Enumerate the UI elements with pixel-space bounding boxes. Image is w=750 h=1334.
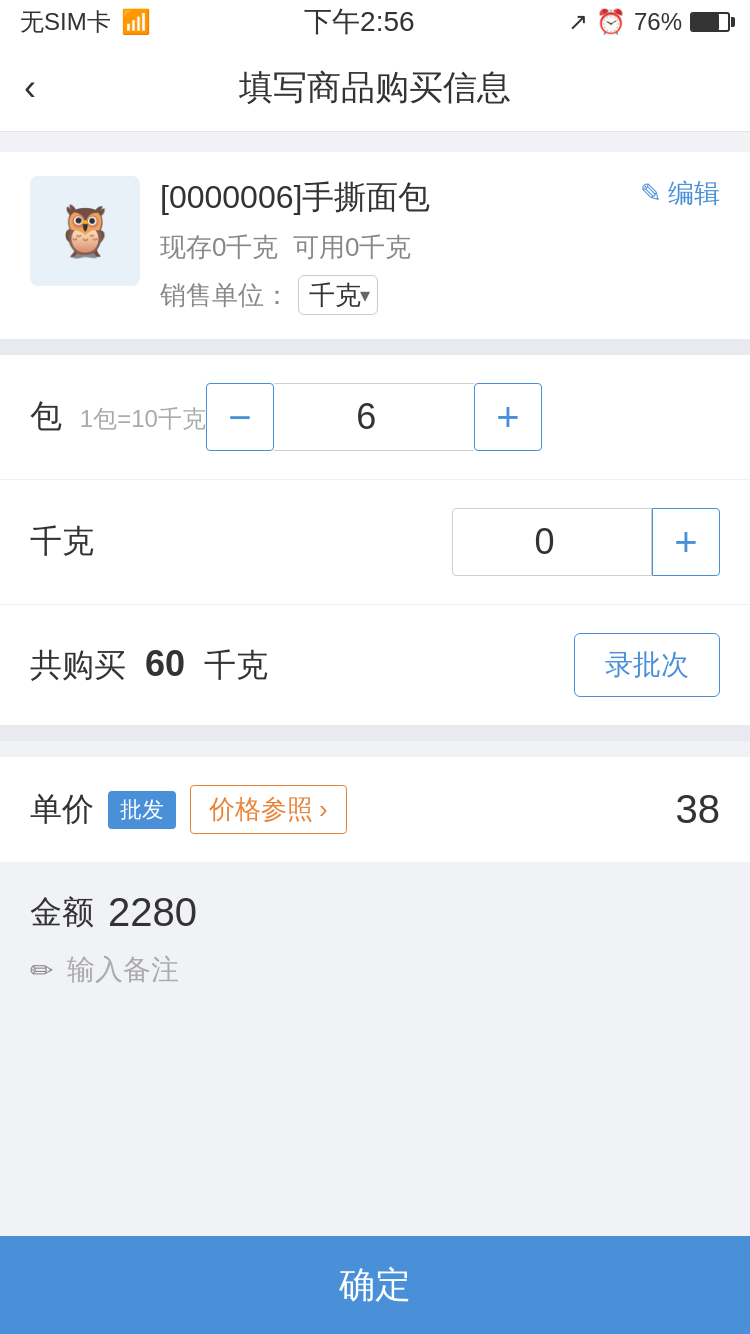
edit-icon: ✎ — [640, 178, 662, 209]
price-section: 单价 批发 价格参照 › 38 — [0, 757, 750, 862]
unit-select-wrap[interactable]: 千克 包 — [298, 275, 378, 315]
batch-button[interactable]: 录批次 — [574, 633, 720, 697]
carrier-text: 无SIM卡 — [20, 6, 111, 38]
kg-controls: + — [452, 508, 720, 576]
price-ref-button[interactable]: 价格参照 › — [190, 785, 347, 834]
price-ref-arrow: › — [319, 794, 328, 825]
edit-label: 编辑 — [668, 176, 720, 211]
product-title: 手撕面包 — [302, 179, 430, 215]
battery-percent: 76% — [634, 8, 682, 36]
amount-label: 金额 — [30, 891, 94, 935]
total-amount: 60 — [145, 643, 185, 684]
remark-placeholder: 输入备注 — [67, 951, 179, 989]
product-name: [0000006]手撕面包 — [160, 176, 620, 220]
alarm-icon: ⏰ — [596, 8, 626, 36]
kg-label: 千克 — [30, 520, 452, 564]
remark-row[interactable]: ✏ 输入备注 — [30, 951, 720, 989]
price-ref-label: 价格参照 — [209, 792, 313, 827]
divider-1 — [0, 339, 750, 355]
divider-2 — [0, 725, 750, 741]
kg-plus-button[interactable]: + — [652, 508, 720, 576]
status-left: 无SIM卡 📶 — [20, 6, 151, 38]
bottom-bar[interactable]: 确定 — [0, 1236, 750, 1334]
kg-qty-row: 千克 + — [0, 480, 750, 605]
battery-icon — [690, 12, 730, 32]
amount-section: 金额 2280 ✏ 输入备注 — [0, 862, 750, 1017]
amount-value: 2280 — [108, 890, 197, 935]
product-info: [0000006]手撕面包 现存0千克 可用0千克 销售单位： 千克 包 — [160, 176, 620, 315]
bao-minus-button[interactable]: − — [206, 383, 274, 451]
remark-icon: ✏ — [30, 954, 53, 987]
wifi-icon: 📶 — [121, 8, 151, 36]
total-row: 共购买 60 千克 录批次 — [0, 605, 750, 725]
product-thumbnail: 🦉 — [30, 176, 140, 286]
bao-plus-button[interactable]: + — [474, 383, 542, 451]
bao-label: 包 1包=10千克 — [30, 395, 206, 439]
confirm-button-label: 确定 — [339, 1261, 411, 1310]
amount-row: 金额 2280 — [30, 890, 720, 935]
nav-bar: ‹ 填写商品购买信息 — [0, 44, 750, 132]
product-card: 🦉 [0000006]手撕面包 现存0千克 可用0千克 销售单位： 千克 包 ✎… — [0, 152, 750, 339]
edit-button[interactable]: ✎ 编辑 — [640, 176, 720, 211]
bao-hint: 1包=10千克 — [80, 405, 206, 432]
status-right: ↗ ⏰ 76% — [568, 8, 730, 36]
product-unit-row: 销售单位： 千克 包 — [160, 275, 620, 315]
price-label: 单价 — [30, 788, 94, 832]
product-code: [0000006] — [160, 179, 302, 215]
bao-input[interactable] — [274, 383, 474, 451]
location-icon: ↗ — [568, 8, 588, 36]
product-thumb-icon: 🦉 — [54, 202, 116, 260]
unit-select[interactable]: 千克 包 — [298, 275, 378, 315]
bao-controls: − + — [206, 383, 542, 451]
page-title: 填写商品购买信息 — [239, 65, 511, 111]
status-time: 下午2:56 — [304, 3, 415, 41]
back-button[interactable]: ‹ — [24, 67, 36, 109]
quantity-section: 包 1包=10千克 − + 千克 + — [0, 355, 750, 605]
price-value: 38 — [676, 787, 721, 832]
status-bar: 无SIM卡 📶 下午2:56 ↗ ⏰ 76% — [0, 0, 750, 44]
product-stock: 现存0千克 可用0千克 — [160, 230, 620, 265]
kg-input[interactable] — [452, 508, 652, 576]
price-tag: 批发 — [108, 791, 176, 829]
total-text: 共购买 60 千克 — [30, 643, 268, 688]
bao-qty-row: 包 1包=10千克 − + — [0, 355, 750, 480]
